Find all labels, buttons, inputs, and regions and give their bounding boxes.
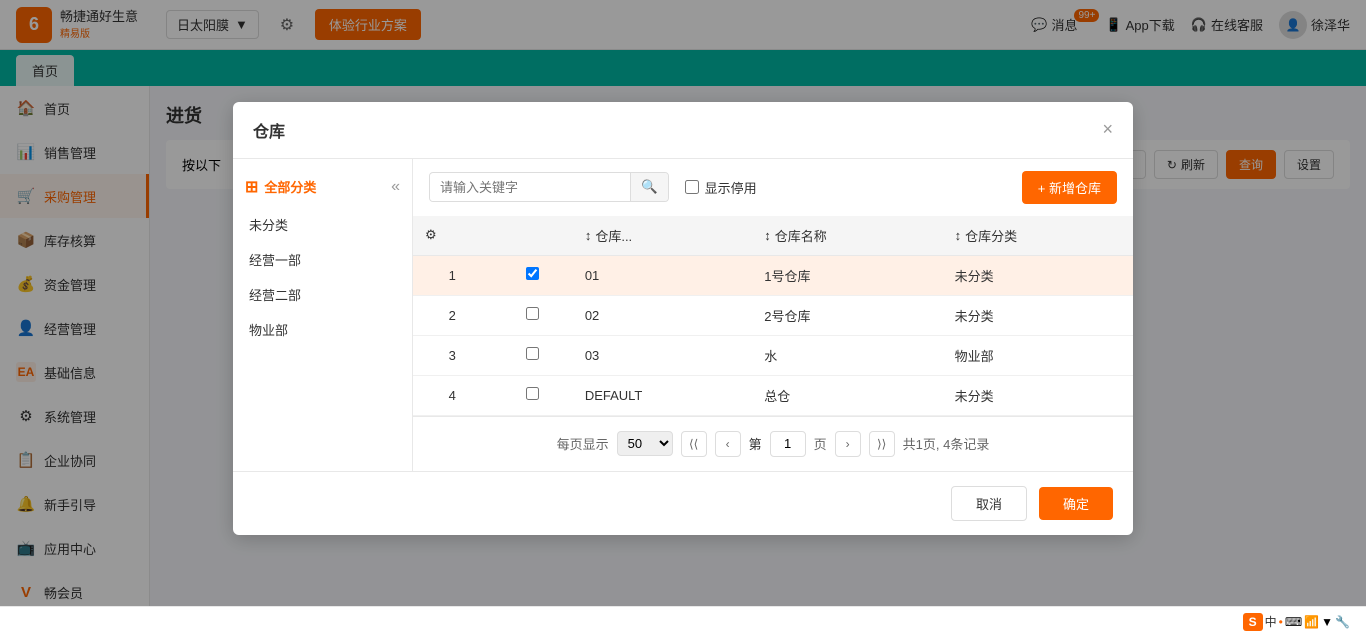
table-row[interactable]: 3 03 水 物业部 [413,335,1133,375]
th-code: ↕ 仓库... [573,216,752,256]
row-code: 03 [573,335,752,375]
row-name: 2号仓库 [752,295,942,335]
row-name: 总仓 [752,375,942,415]
row-code: 01 [573,255,752,295]
row-settings: 3 [413,335,491,375]
brand-s-icon: S [1243,613,1263,631]
confirm-button[interactable]: 确定 [1039,487,1113,520]
row-settings: 4 [413,375,491,415]
th-settings: ⚙ [413,216,491,256]
grid-icon: ⊞ [245,177,258,197]
modal-title: 仓库 [253,118,285,142]
row-category: 未分类 [943,375,1133,415]
status-cn-label: 中 [1265,613,1277,630]
pagination: 每页显示 50 100 200 ⟨⟨ ‹ 第 页 › ⟩⟩ 共1页, 4条记录 [413,416,1133,471]
table-container: ⚙ ↕ 仓库... [413,216,1133,416]
modal-header: 仓库 × [233,102,1133,159]
table-row[interactable]: 2 02 2号仓库 未分类 [413,295,1133,335]
category-collapse-button[interactable]: « [391,178,400,196]
row-name: 1号仓库 [752,255,942,295]
page-number-input[interactable] [770,431,806,457]
show-disabled-checkbox[interactable] [685,180,699,194]
show-disabled-label[interactable]: 显示停用 [685,178,757,197]
th-name: ↕ 仓库名称 [752,216,942,256]
category-item-property[interactable]: 物业部 [233,312,412,347]
warehouse-modal: 仓库 × ⊞ 全部分类 « 未分类 经营一部 经营二部 物业部 [233,102,1133,535]
total-info: 共1页, 4条记录 [903,434,990,453]
table-body: 1 01 1号仓库 未分类 2 02 2号仓库 未分类 3 03 水 物业部 4… [413,255,1133,415]
th-checkbox [491,216,572,256]
page-label: 第 [749,434,762,453]
table-row[interactable]: 4 DEFAULT 总仓 未分类 [413,375,1133,415]
page-unit: 页 [814,434,827,453]
cancel-button[interactable]: 取消 [951,486,1027,521]
row-category: 物业部 [943,335,1133,375]
search-input[interactable] [430,174,630,201]
row-settings: 2 [413,295,491,335]
row-category: 未分类 [943,295,1133,335]
table-area: 🔍 显示停用 + 新增仓库 [413,159,1133,471]
modal-close-button[interactable]: × [1102,119,1113,140]
category-item-operations2[interactable]: 经营二部 [233,277,412,312]
add-warehouse-button[interactable]: + 新增仓库 [1022,171,1117,204]
status-tool-icon: 🔧 [1335,615,1350,629]
status-keyboard-icon: ⌨ [1285,615,1302,629]
last-page-button[interactable]: ⟩⟩ [869,431,895,457]
next-page-button[interactable]: › [835,431,861,457]
table-toolbar: 🔍 显示停用 + 新增仓库 [413,159,1133,216]
status-network-icon: 📶 [1304,615,1319,629]
category-header: ⊞ 全部分类 « [233,171,412,207]
row-name: 水 [752,335,942,375]
search-button[interactable]: 🔍 [630,173,668,201]
row-checkbox[interactable] [491,255,572,295]
row-checkbox[interactable] [491,375,572,415]
table-head: ⚙ ↕ 仓库... [413,216,1133,256]
category-item-unclassified[interactable]: 未分类 [233,207,412,242]
row-settings: 1 [413,255,491,295]
all-categories-button[interactable]: ⊞ 全部分类 [245,177,316,197]
status-dropdown-icon: ▼ [1321,615,1333,629]
category-item-operations1[interactable]: 经营一部 [233,242,412,277]
row-category: 未分类 [943,255,1133,295]
modal-body: ⊞ 全部分类 « 未分类 经营一部 经营二部 物业部 🔍 [233,159,1133,471]
modal-footer: 取消 确定 [233,471,1133,535]
status-dot: • [1279,615,1283,629]
row-code: 02 [573,295,752,335]
search-box: 🔍 [429,172,669,202]
prev-page-button[interactable]: ‹ [715,431,741,457]
row-checkbox[interactable] [491,295,572,335]
status-bar: S 中 • ⌨ 📶 ▼ 🔧 [0,606,1366,636]
modal-overlay: 仓库 × ⊞ 全部分类 « 未分类 经营一部 经营二部 物业部 [0,0,1366,636]
page-size-select[interactable]: 50 100 200 [617,431,673,456]
row-code: DEFAULT [573,375,752,415]
row-checkbox[interactable] [491,335,572,375]
table-row[interactable]: 1 01 1号仓库 未分类 [413,255,1133,295]
warehouse-table: ⚙ ↕ 仓库... [413,216,1133,416]
table-header-row: ⚙ ↕ 仓库... [413,216,1133,256]
first-page-button[interactable]: ⟨⟨ [681,431,707,457]
th-category: ↕ 仓库分类 [943,216,1133,256]
category-sidebar: ⊞ 全部分类 « 未分类 经营一部 经营二部 物业部 [233,159,413,471]
